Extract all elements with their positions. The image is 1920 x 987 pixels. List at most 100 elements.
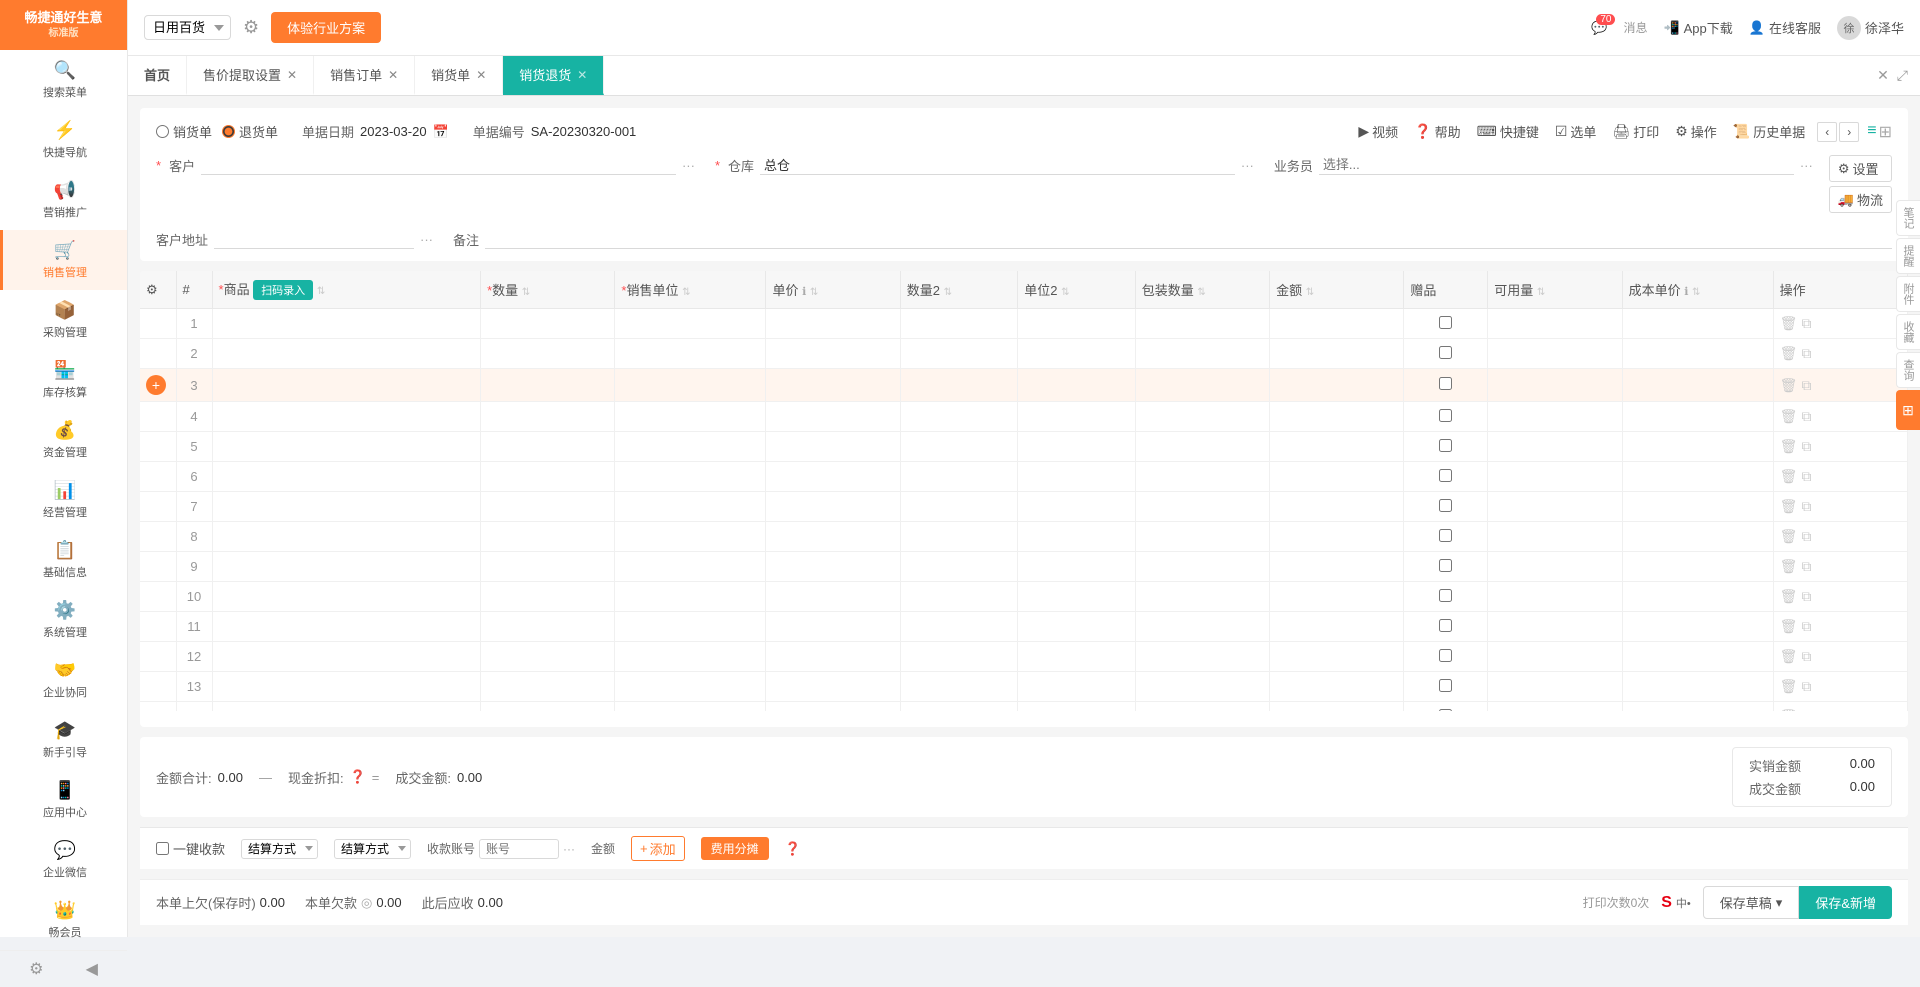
- row-unit[interactable]: [615, 369, 766, 402]
- row-qty[interactable]: [481, 339, 615, 369]
- gift-checkbox[interactable]: [1439, 499, 1452, 512]
- add-payment-btn[interactable]: + 添加: [631, 836, 685, 861]
- sidebar-item-purchase[interactable]: 📦 采购管理: [0, 290, 127, 350]
- row-price[interactable]: [766, 672, 900, 702]
- row-unit2[interactable]: [1018, 492, 1136, 522]
- scan-btn[interactable]: 扫码录入: [253, 280, 313, 300]
- sidebar-settings-icon[interactable]: ⚙: [29, 959, 43, 979]
- row-avail[interactable]: [1488, 642, 1622, 672]
- row-unit2[interactable]: [1018, 612, 1136, 642]
- row-cost[interactable]: [1622, 339, 1773, 369]
- row-product[interactable]: [212, 432, 481, 462]
- row-unit[interactable]: [615, 309, 766, 339]
- row-delete-icon[interactable]: 🗑: [1780, 468, 1798, 485]
- row-qty[interactable]: [481, 612, 615, 642]
- row-copy-icon[interactable]: ⧉: [1801, 315, 1811, 332]
- gear-icon[interactable]: ⚙: [146, 282, 158, 297]
- row-unit[interactable]: [615, 582, 766, 612]
- row-qty2[interactable]: [900, 339, 1018, 369]
- sidebar-item-guide[interactable]: 🎓 新手引导: [0, 710, 127, 770]
- row-cost[interactable]: [1622, 522, 1773, 552]
- right-note-btn[interactable]: 笔记: [1896, 200, 1920, 236]
- gift-checkbox[interactable]: [1439, 469, 1452, 482]
- gift-checkbox[interactable]: [1439, 589, 1452, 602]
- row-avail[interactable]: [1488, 432, 1622, 462]
- row-price[interactable]: [766, 522, 900, 552]
- row-price[interactable]: [766, 702, 900, 712]
- row-gift-cell[interactable]: [1404, 522, 1488, 552]
- row-gift-cell[interactable]: [1404, 462, 1488, 492]
- row-qty[interactable]: [481, 309, 615, 339]
- tab-sale-price[interactable]: 售价提取设置 ✕: [187, 56, 314, 95]
- row-cost[interactable]: [1622, 672, 1773, 702]
- toolbar-print[interactable]: 🖨 打印: [1608, 120, 1663, 143]
- gift-checkbox[interactable]: [1439, 709, 1452, 712]
- save-draft-dropdown-icon[interactable]: ▾: [1776, 895, 1783, 911]
- toolbar-video[interactable]: ▶ 视频: [1354, 120, 1402, 143]
- row-amount[interactable]: [1270, 309, 1404, 339]
- row-pkg-qty[interactable]: [1135, 369, 1269, 402]
- tab-sale-price-close[interactable]: ✕: [287, 68, 297, 82]
- row-qty[interactable]: [481, 462, 615, 492]
- product-input[interactable]: [219, 378, 359, 393]
- right-attach-btn[interactable]: 附件: [1896, 276, 1920, 312]
- row-avail[interactable]: [1488, 702, 1622, 712]
- row-cost[interactable]: [1622, 612, 1773, 642]
- row-product[interactable]: [212, 552, 481, 582]
- row-gift-cell[interactable]: [1404, 552, 1488, 582]
- row-pkg-qty[interactable]: [1135, 612, 1269, 642]
- gift-checkbox[interactable]: [1439, 346, 1452, 359]
- nav-prev[interactable]: ‹: [1817, 122, 1837, 142]
- row-price[interactable]: [766, 309, 900, 339]
- gift-checkbox[interactable]: [1439, 316, 1452, 329]
- customer-input[interactable]: [201, 155, 676, 175]
- row-price[interactable]: [766, 369, 900, 402]
- price-sort-icon[interactable]: ⇅: [810, 287, 818, 298]
- row-delete-icon[interactable]: 🗑: [1780, 648, 1798, 665]
- row-pkg-qty[interactable]: [1135, 552, 1269, 582]
- gift-checkbox[interactable]: [1439, 409, 1452, 422]
- gift-checkbox[interactable]: [1439, 529, 1452, 542]
- row-cost[interactable]: [1622, 432, 1773, 462]
- sidebar-item-operations[interactable]: 📊 经营管理: [0, 470, 127, 530]
- qty2-sort-icon[interactable]: ⇅: [944, 287, 952, 298]
- row-cost[interactable]: [1622, 462, 1773, 492]
- cost-info-icon[interactable]: ℹ: [1684, 286, 1688, 298]
- row-pkg-qty[interactable]: [1135, 432, 1269, 462]
- row-amount[interactable]: [1270, 672, 1404, 702]
- topbar-gear-icon[interactable]: ⚙: [243, 17, 259, 38]
- row-product[interactable]: [212, 522, 481, 552]
- row-price[interactable]: [766, 642, 900, 672]
- row-qty2[interactable]: [900, 462, 1018, 492]
- row-product[interactable]: [212, 702, 481, 712]
- row-copy-icon[interactable]: ⧉: [1801, 498, 1811, 515]
- row-unit2[interactable]: [1018, 432, 1136, 462]
- row-unit2[interactable]: [1018, 369, 1136, 402]
- sidebar-item-enterprise[interactable]: 🤝 企业协同: [0, 650, 127, 710]
- row-avail[interactable]: [1488, 552, 1622, 582]
- sidebar-collapse-icon[interactable]: ◀: [86, 959, 98, 979]
- right-orange-btn[interactable]: ⊞: [1896, 390, 1920, 430]
- account-input[interactable]: [479, 839, 559, 859]
- row-gift-cell[interactable]: [1404, 339, 1488, 369]
- row-copy-icon[interactable]: ⧉: [1801, 618, 1811, 635]
- row-price[interactable]: [766, 339, 900, 369]
- one-click-check[interactable]: 一键收款: [156, 839, 225, 858]
- row-cost[interactable]: [1622, 492, 1773, 522]
- gift-checkbox[interactable]: [1439, 559, 1452, 572]
- row-pkg-qty[interactable]: [1135, 462, 1269, 492]
- row-delete-icon[interactable]: 🗑: [1780, 678, 1798, 695]
- amount-sort-icon[interactable]: ⇅: [1306, 287, 1314, 298]
- gift-checkbox[interactable]: [1439, 649, 1452, 662]
- row-gift-cell[interactable]: [1404, 309, 1488, 339]
- radio-return-input[interactable]: [222, 125, 235, 138]
- sidebar-item-marketing[interactable]: 📢 营销推广: [0, 170, 127, 230]
- row-unit2[interactable]: [1018, 522, 1136, 552]
- right-remind-btn[interactable]: 提醒: [1896, 238, 1920, 274]
- row-gift-cell[interactable]: [1404, 612, 1488, 642]
- row-unit[interactable]: [615, 612, 766, 642]
- radio-sale-input[interactable]: [156, 125, 169, 138]
- row-avail[interactable]: [1488, 462, 1622, 492]
- row-amount[interactable]: [1270, 612, 1404, 642]
- row-price[interactable]: [766, 612, 900, 642]
